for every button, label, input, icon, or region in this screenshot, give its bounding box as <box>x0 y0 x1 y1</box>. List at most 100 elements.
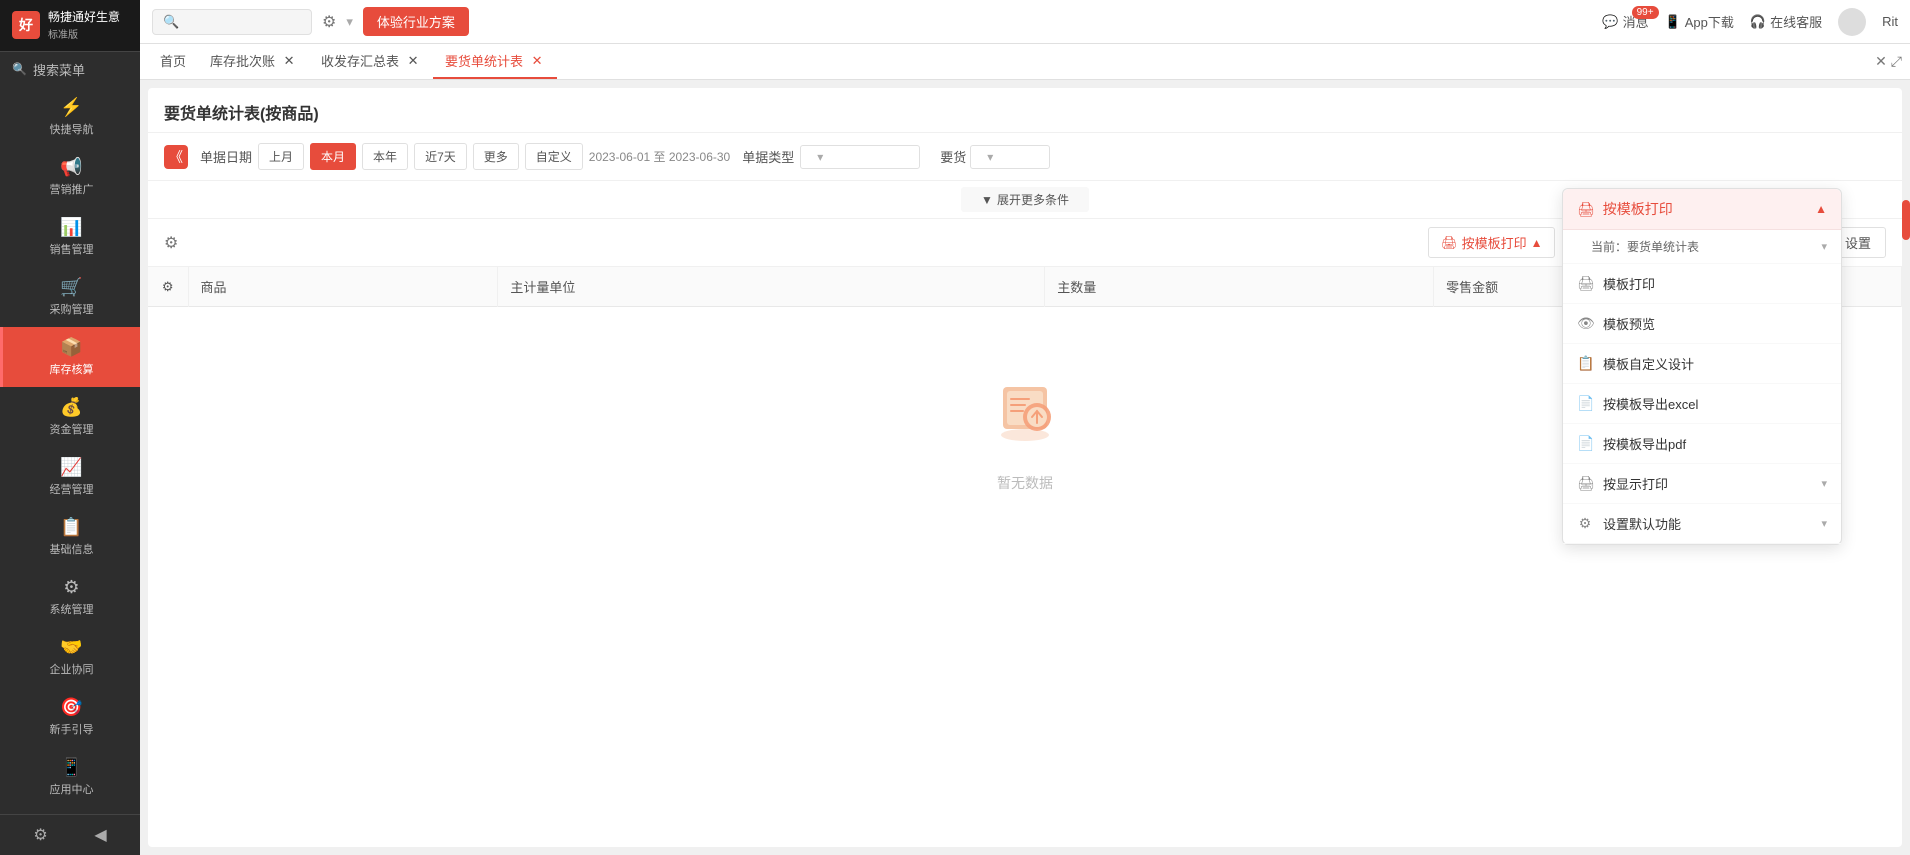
app-version: 标准版 <box>48 26 120 41</box>
expand-icon: 《 <box>169 147 183 167</box>
tabs-maximize-icon[interactable]: ⤢ <box>1891 53 1902 70</box>
print-dropdown-menu: 🖨 按模板打印 ▲ 当前：要货单统计表 ▾ 🖨 模板打印 👁 模板预览 📋 模板… <box>1562 188 1842 545</box>
sidebar-item-inventory[interactable]: 📦 库存核算 <box>0 327 140 387</box>
sidebar-item-sales[interactable]: 📊 销售管理 <box>0 207 140 267</box>
purchase-label: 采购管理 <box>50 301 94 317</box>
dropdown-item-template-print[interactable]: 🖨 模板打印 <box>1563 264 1841 304</box>
date-btn-this-year[interactable]: 本年 <box>362 143 408 170</box>
date-btn-this-month[interactable]: 本月 <box>310 143 356 170</box>
system-label: 系统管理 <box>50 601 94 617</box>
tab-collection-summary-label: 收发存汇总表 <box>321 51 399 70</box>
tabs-bar: 首页 库存批次账 ✕ 收发存汇总表 ✕ 要货单统计表 ✕ ✕ ⤢ <box>140 44 1910 80</box>
topbar-gear-icon[interactable]: ⚙ <box>322 12 336 32</box>
sidebar-item-quick-nav[interactable]: ⚡ 快捷导航 <box>0 87 140 147</box>
filter-expand-button[interactable]: 《 <box>164 145 188 169</box>
sidebar-item-system[interactable]: ⚙ 系统管理 <box>0 567 140 627</box>
sidebar-item-finance[interactable]: 💰 资金管理 <box>0 387 140 447</box>
search-menu-item[interactable]: 🔍 搜索菜单 <box>0 52 140 87</box>
topbar-app-download[interactable]: 📱 App下载 <box>1665 12 1734 31</box>
finance-icon: 💰 <box>60 397 82 418</box>
topbar-search-icon: 🔍 <box>163 14 179 30</box>
app-download-label: App下载 <box>1685 12 1734 31</box>
basics-icon: 📋 <box>60 517 82 538</box>
tabs-close-all-icon[interactable]: ✕ <box>1875 53 1887 70</box>
app-name: 畅捷通好生意 <box>48 10 120 26</box>
dropdown-default-settings-icon: ⚙ <box>1577 515 1593 532</box>
dropdown-header[interactable]: 🖨 按模板打印 ▲ <box>1563 189 1841 230</box>
page-content: 要货单统计表(按商品) 《 单据日期 上月 本月 本年 近7天 更多 自定义 2… <box>148 88 1902 847</box>
tab-inventory-batch-close[interactable]: ✕ <box>281 53 297 69</box>
topbar-chevron: ▾ <box>346 14 353 30</box>
tab-collection-summary-close[interactable]: ✕ <box>405 53 421 69</box>
tab-order-stats[interactable]: 要货单统计表 ✕ <box>433 44 557 79</box>
dropdown-item-default-settings[interactable]: ⚙ 设置默认功能 ▾ <box>1563 504 1841 544</box>
main-content: 🔍 ⚙ ▾ 体验行业方案 💬 消息 99+ 📱 App下载 🎧 在线客服 Rit <box>140 0 1910 855</box>
trial-button[interactable]: 体验行业方案 <box>363 7 469 36</box>
dropdown-export-excel-icon: 📄 <box>1577 395 1593 412</box>
topbar-search-input[interactable] <box>185 15 301 29</box>
date-btn-7days[interactable]: 近7天 <box>414 143 467 170</box>
sidebar-item-app-center[interactable]: 📱 应用中心 <box>0 747 140 807</box>
tab-order-stats-close[interactable]: ✕ <box>529 53 545 69</box>
sidebar-item-basics[interactable]: 📋 基础信息 <box>0 507 140 567</box>
date-btn-last-month[interactable]: 上月 <box>258 143 304 170</box>
app-center-label: 应用中心 <box>50 781 94 797</box>
user-avatar[interactable] <box>1838 8 1866 36</box>
right-scrollbar[interactable] <box>1902 200 1910 400</box>
empty-text: 暂无数据 <box>997 473 1053 493</box>
toolbar-settings-icon[interactable]: ⚙ <box>164 233 178 253</box>
dropdown-item-export-excel[interactable]: 📄 按模板导出excel <box>1563 384 1841 424</box>
sidebar-item-cooperation[interactable]: 🤝 企业协同 <box>0 627 140 687</box>
doc-type-filter-group: 单据类型 ▾ <box>742 145 920 169</box>
sidebar-item-operations[interactable]: 📈 经营管理 <box>0 447 140 507</box>
inventory-label: 库存核算 <box>50 361 94 377</box>
system-icon: ⚙ <box>63 577 79 598</box>
sidebar-item-guide[interactable]: 🎯 新手引导 <box>0 687 140 747</box>
marketing-icon: 📢 <box>60 157 82 178</box>
topbar-online-service[interactable]: 🎧 在线客服 <box>1750 12 1822 31</box>
inventory-icon: 📦 <box>60 337 82 358</box>
dropdown-item-template-preview[interactable]: 👁 模板预览 <box>1563 304 1841 344</box>
order-arrow: ▾ <box>987 150 993 164</box>
date-btn-custom[interactable]: 自定义 <box>525 143 583 170</box>
col-settings[interactable]: ⚙ <box>148 267 188 307</box>
dropdown-item-template-design[interactable]: 📋 模板自定义设计 <box>1563 344 1841 384</box>
dropdown-item-export-pdf[interactable]: 📄 按模板导出pdf <box>1563 424 1841 464</box>
sidebar-item-wechat[interactable]: 💬 企业微信 <box>0 807 140 814</box>
dropdown-item-display-print[interactable]: 🖨 按显示打印 ▾ <box>1563 464 1841 504</box>
print-button[interactable]: 🖨 按模板打印 ▲ <box>1428 227 1555 258</box>
order-select[interactable]: ▾ <box>970 145 1050 169</box>
doc-type-select[interactable]: ▾ <box>800 145 920 169</box>
tabs-right: ✕ ⤢ <box>1875 53 1902 70</box>
tab-collection-summary[interactable]: 收发存汇总表 ✕ <box>309 44 433 79</box>
settings-bottom-icon[interactable]: ⚙ <box>33 825 47 845</box>
sidebar-item-marketing[interactable]: 📢 营销推广 <box>0 147 140 207</box>
scrollbar-thumb[interactable] <box>1902 200 1910 240</box>
expand-more-label: 展开更多条件 <box>997 191 1069 208</box>
expand-more-button[interactable]: ▼ 展开更多条件 <box>961 187 1089 212</box>
basics-label: 基础信息 <box>50 541 94 557</box>
sales-icon: 📊 <box>60 217 82 238</box>
username[interactable]: Rit <box>1882 14 1898 29</box>
cooperation-label: 企业协同 <box>50 661 94 677</box>
tab-home[interactable]: 首页 <box>148 44 198 79</box>
operations-icon: 📈 <box>60 457 82 478</box>
dropdown-display-print-arrow: ▾ <box>1821 477 1827 490</box>
topbar: 🔍 ⚙ ▾ 体验行业方案 💬 消息 99+ 📱 App下载 🎧 在线客服 Rit <box>140 0 1910 44</box>
logo-icon: 好 <box>12 11 40 39</box>
dropdown-print-icon: 🖨 <box>1577 201 1595 218</box>
sidebar: 好 畅捷通好生意 标准版 🔍 搜索菜单 ⚡ 快捷导航 📢 营销推广 📊 销售管理… <box>0 0 140 855</box>
dropdown-template-print-label: 模板打印 <box>1603 274 1655 293</box>
topbar-search[interactable]: 🔍 <box>152 9 312 35</box>
dropdown-current-text: 当前：要货单统计表 <box>1591 238 1699 255</box>
doc-type-arrow: ▾ <box>817 150 823 164</box>
date-btn-more[interactable]: 更多 <box>473 143 519 170</box>
tab-inventory-batch[interactable]: 库存批次账 ✕ <box>198 44 309 79</box>
finance-label: 资金管理 <box>50 421 94 437</box>
collapse-sidebar-icon[interactable]: ◀ <box>94 825 106 845</box>
dropdown-export-pdf-icon: 📄 <box>1577 435 1593 452</box>
tab-home-label: 首页 <box>160 51 186 70</box>
dropdown-current[interactable]: 当前：要货单统计表 ▾ <box>1563 230 1841 264</box>
topbar-messages[interactable]: 💬 消息 99+ <box>1602 12 1648 31</box>
sidebar-item-purchase[interactable]: 🛒 采购管理 <box>0 267 140 327</box>
